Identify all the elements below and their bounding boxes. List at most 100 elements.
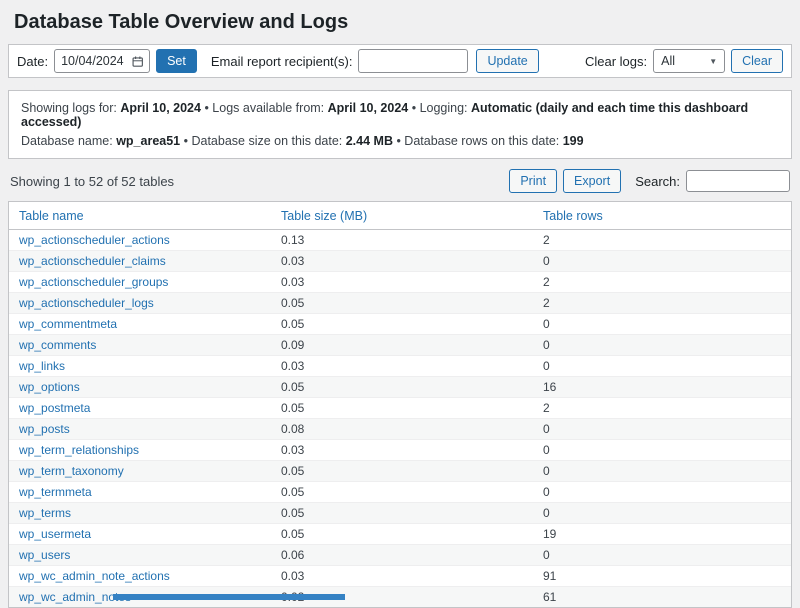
toolbar: Date: 10/04/2024 Set Email report recipi… bbox=[8, 44, 792, 78]
export-button[interactable]: Export bbox=[563, 169, 622, 193]
table-row: wp_postmeta 0.05 2 bbox=[9, 397, 791, 419]
info-text: Database name: bbox=[21, 134, 117, 148]
table-row: wp_usermeta 0.05 19 bbox=[9, 523, 791, 545]
table-name-cell: wp_wc_admin_note_actions bbox=[9, 565, 271, 587]
table-size-cell: 0.05 bbox=[271, 397, 533, 419]
clear-button[interactable]: Clear bbox=[731, 49, 783, 73]
table-size-cell: 0.05 bbox=[271, 523, 533, 545]
update-button[interactable]: Update bbox=[476, 49, 539, 73]
table-row: wp_links 0.03 0 bbox=[9, 355, 791, 377]
email-label: Email report recipient(s): bbox=[210, 53, 353, 69]
date-input[interactable]: 10/04/2024 bbox=[54, 49, 151, 73]
info-line-logs: Showing logs for: April 10, 2024 • Logs … bbox=[21, 101, 779, 129]
column-header-table-name[interactable]: Table name bbox=[9, 202, 271, 230]
table-row: wp_commentmeta 0.05 0 bbox=[9, 313, 791, 335]
table-row: wp_posts 0.08 0 bbox=[9, 418, 791, 440]
table-row: wp_actionscheduler_claims 0.03 0 bbox=[9, 250, 791, 272]
clear-logs-label: Clear logs: bbox=[584, 53, 648, 69]
table-name-cell: wp_actionscheduler_groups bbox=[9, 271, 271, 293]
table-rows-cell: 0 bbox=[533, 502, 791, 524]
table-name-link[interactable]: wp_actionscheduler_groups bbox=[19, 275, 168, 289]
table-name-link[interactable]: wp_links bbox=[19, 359, 65, 373]
email-input[interactable] bbox=[358, 49, 469, 73]
table-name-cell: wp_links bbox=[9, 355, 271, 377]
table-name-link[interactable]: wp_options bbox=[19, 380, 80, 394]
table-name-link[interactable]: wp_commentmeta bbox=[19, 317, 117, 331]
showing-entries-text: Showing 1 to 52 of 52 tables bbox=[10, 173, 175, 189]
table-name-cell: wp_actionscheduler_claims bbox=[9, 250, 271, 272]
table-name-link[interactable]: wp_usermeta bbox=[19, 527, 91, 541]
chevron-down-icon: ▼ bbox=[709, 56, 718, 66]
table-name-cell: wp_comments bbox=[9, 334, 271, 356]
table-row: wp_term_relationships 0.03 0 bbox=[9, 439, 791, 461]
table-body: wp_actionscheduler_actions 0.13 2 wp_action… bbox=[9, 230, 791, 607]
info-text: Showing logs for: bbox=[21, 101, 121, 115]
clear-logs-select[interactable]: All ▼ bbox=[653, 49, 726, 73]
table-name-link[interactable]: wp_users bbox=[19, 548, 70, 562]
set-button[interactable]: Set bbox=[156, 49, 197, 73]
info-line-database: Database name: wp_area51 • Database size… bbox=[21, 134, 779, 148]
column-header-table-size[interactable]: Table size (MB) bbox=[271, 202, 533, 230]
table-size-cell: 0.03 bbox=[271, 250, 533, 272]
info-box: Showing logs for: April 10, 2024 • Logs … bbox=[8, 90, 792, 159]
search-input[interactable] bbox=[686, 170, 790, 192]
table-row: wp_wc_admin_note_actions 0.03 91 bbox=[9, 565, 791, 587]
table-name-link[interactable]: wp_posts bbox=[19, 422, 70, 436]
table-name-cell: wp_actionscheduler_logs bbox=[9, 292, 271, 314]
table-name-link[interactable]: wp_termmeta bbox=[19, 485, 92, 499]
table-size-cell: 0.13 bbox=[281, 233, 305, 247]
table-name-link[interactable]: wp_actionscheduler_claims bbox=[19, 254, 166, 268]
table-name-link[interactable]: wp_comments bbox=[19, 338, 96, 352]
table-name-link[interactable]: wp_terms bbox=[19, 506, 71, 520]
table-size-cell: 0.05 bbox=[271, 460, 533, 482]
table-rows-cell: 2 bbox=[533, 271, 791, 293]
table-name-link[interactable]: wp_actionscheduler_actions bbox=[19, 233, 170, 247]
table-header-row: Table name Table size (MB) Table rows bbox=[9, 202, 791, 230]
info-text: • Database size on this date: bbox=[180, 134, 346, 148]
table-rows-cell: 0 bbox=[533, 355, 791, 377]
table-name-link[interactable]: wp_actionscheduler_logs bbox=[19, 296, 154, 310]
table-rows-cell: 0 bbox=[533, 481, 791, 503]
table-header: Table name Table size (MB) Table rows bbox=[9, 202, 791, 230]
info-text: • Logging: bbox=[408, 101, 472, 115]
date-label: Date: bbox=[17, 53, 49, 69]
info-value: April 10, 2024 bbox=[327, 101, 409, 115]
table-name-link[interactable]: wp_term_taxonomy bbox=[19, 464, 124, 478]
database-tables-table: Table name Table size (MB) Table rows wp… bbox=[9, 202, 791, 607]
table-row: wp_actionscheduler_groups 0.03 2 bbox=[9, 271, 791, 293]
table-size-cell: 0.05 bbox=[271, 292, 533, 314]
info-text: • Database rows on this date: bbox=[392, 134, 563, 148]
table-row: wp_termmeta 0.05 0 bbox=[9, 481, 791, 503]
table-name-cell: wp_term_relationships bbox=[9, 439, 271, 461]
info-value: wp_area51 bbox=[116, 134, 181, 148]
table-row: wp_users 0.06 0 bbox=[9, 544, 791, 566]
table-rows-cell: 0 bbox=[533, 439, 791, 461]
table-controls-right: Print Export Search: bbox=[509, 169, 790, 193]
table-size-cell: 0.03 bbox=[271, 355, 533, 377]
table-size-cell: 0.05 bbox=[271, 502, 533, 524]
partially-visible-bottom-element[interactable] bbox=[113, 594, 345, 600]
table-name-cell: wp_usermeta bbox=[9, 523, 271, 545]
print-button[interactable]: Print bbox=[509, 169, 558, 193]
table-row: wp_actionscheduler_logs 0.05 2 bbox=[9, 292, 791, 314]
info-text: • Logs available from: bbox=[200, 101, 328, 115]
table-size-cell: 0.05 bbox=[271, 481, 533, 503]
table-rows-cell: 0 bbox=[533, 334, 791, 356]
table-size-cell: 0.09 bbox=[271, 334, 533, 356]
table-size-cell: 0.03 bbox=[271, 439, 533, 461]
table-name-link[interactable]: wp_term_relationships bbox=[19, 443, 139, 457]
table-name-link[interactable]: wp_postmeta bbox=[19, 401, 90, 415]
table-rows-cell: 2 bbox=[543, 233, 550, 247]
table-row: wp_term_taxonomy 0.05 0 bbox=[9, 460, 791, 482]
table-rows-cell: 0 bbox=[533, 250, 791, 272]
table-name-link[interactable]: wp_wc_admin_note_actions bbox=[19, 569, 170, 583]
table-rows-cell: 0 bbox=[533, 313, 791, 335]
column-header-table-rows[interactable]: Table rows bbox=[533, 202, 791, 230]
table-name-cell: wp_actionscheduler_actions bbox=[9, 230, 271, 251]
tables-panel: Table name Table size (MB) Table rows wp… bbox=[8, 201, 792, 608]
table-name-cell: wp_terms bbox=[9, 502, 271, 524]
page: Database Table Overview and Logs Date: 1… bbox=[0, 0, 800, 608]
table-rows-cell: 0 bbox=[533, 418, 791, 440]
table-size-cell: 0.03 bbox=[271, 565, 533, 587]
table-size-cell: 0.05 bbox=[271, 376, 533, 398]
